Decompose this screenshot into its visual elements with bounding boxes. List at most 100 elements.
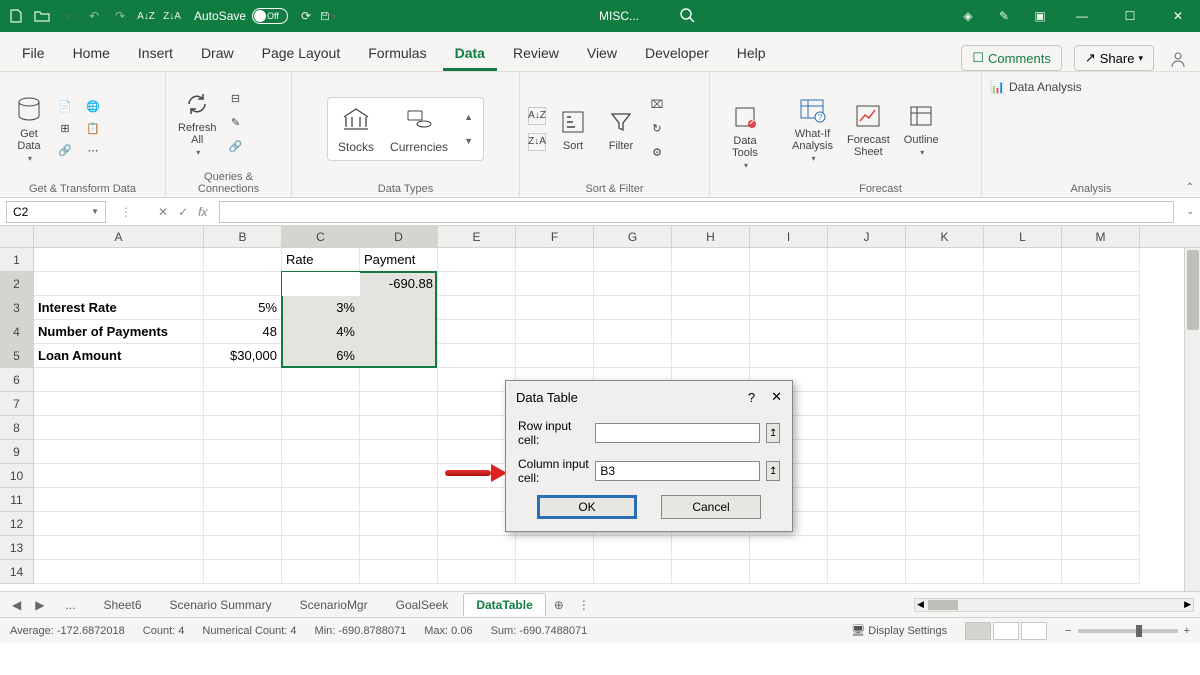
- column-input-cell-field[interactable]: [595, 461, 760, 481]
- row-header-8[interactable]: 8: [0, 416, 33, 440]
- cell-C4[interactable]: 4%: [282, 320, 360, 344]
- redo-icon[interactable]: ↷: [112, 8, 128, 24]
- vertical-scrollbar[interactable]: [1184, 248, 1200, 591]
- page-break-view-button[interactable]: [1021, 622, 1047, 640]
- sort-desc-icon[interactable]: Z↓A: [164, 8, 180, 24]
- refresh-all-button[interactable]: Refresh All: [174, 86, 221, 159]
- comments-button[interactable]: ☐ Comments: [961, 45, 1062, 71]
- cell-B5[interactable]: $30,000: [204, 344, 282, 368]
- tab-file[interactable]: File: [10, 37, 57, 71]
- tab-view[interactable]: View: [575, 37, 629, 71]
- what-if-button[interactable]: ? What-If Analysis: [788, 92, 837, 165]
- column-header-L[interactable]: L: [984, 226, 1062, 247]
- recent-sources-icon[interactable]: 📋: [84, 120, 102, 138]
- scroll-down-icon[interactable]: ▼: [464, 136, 473, 146]
- get-data-more-icon[interactable]: ⋯: [84, 142, 102, 160]
- column-header-E[interactable]: E: [438, 226, 516, 247]
- properties-icon[interactable]: ✎: [227, 114, 245, 132]
- column-header-C[interactable]: C: [282, 226, 360, 247]
- new-sheet-button[interactable]: ⊕: [548, 598, 570, 612]
- normal-view-button[interactable]: [965, 622, 991, 640]
- help-icon[interactable]: ?: [748, 390, 755, 405]
- tab-help[interactable]: Help: [725, 37, 778, 71]
- column-header-F[interactable]: F: [516, 226, 594, 247]
- sort-desc-ribbon-icon[interactable]: Z↓A: [528, 133, 546, 151]
- close-button[interactable]: ✕: [1164, 9, 1192, 23]
- scroll-right-icon[interactable]: ▶: [1182, 599, 1193, 610]
- cell-C1[interactable]: Rate: [282, 248, 360, 272]
- row-range-picker-icon[interactable]: ↥: [766, 423, 780, 443]
- expand-formula-icon[interactable]: ⌄: [1180, 206, 1200, 217]
- column-header-H[interactable]: H: [672, 226, 750, 247]
- tab-formulas[interactable]: Formulas: [356, 37, 438, 71]
- row-header-13[interactable]: 13: [0, 536, 33, 560]
- name-box[interactable]: C2▼: [6, 201, 106, 223]
- from-table-icon[interactable]: ⊞: [56, 120, 74, 138]
- col-range-picker-icon[interactable]: ↥: [766, 461, 780, 481]
- cell-B3[interactable]: 5%: [204, 296, 282, 320]
- column-header-B[interactable]: B: [204, 226, 282, 247]
- page-layout-view-button[interactable]: [993, 622, 1019, 640]
- search-icon[interactable]: [679, 7, 697, 25]
- row-header-11[interactable]: 11: [0, 488, 33, 512]
- forecast-sheet-button[interactable]: Forecast Sheet: [843, 98, 894, 160]
- autosave-toggle[interactable]: AutoSave Off: [194, 8, 288, 24]
- cell-C3[interactable]: 3%: [282, 296, 360, 320]
- edit-links-icon[interactable]: 🔗: [227, 138, 245, 156]
- enter-formula-icon[interactable]: ✓: [178, 205, 188, 219]
- cancel-button[interactable]: Cancel: [661, 495, 761, 519]
- stocks-button[interactable]: Stocks: [338, 104, 374, 154]
- select-all-corner[interactable]: [0, 226, 34, 247]
- tab-review[interactable]: Review: [501, 37, 571, 71]
- toggle-switch[interactable]: Off: [252, 8, 288, 24]
- row-header-2[interactable]: 2: [0, 272, 33, 296]
- maximize-button[interactable]: ☐: [1116, 9, 1144, 23]
- scroll-left-icon[interactable]: ◀: [915, 599, 926, 610]
- row-header-10[interactable]: 10: [0, 464, 33, 488]
- row-header-5[interactable]: 5: [0, 344, 33, 368]
- get-data-button[interactable]: Get Data: [8, 92, 50, 165]
- formula-input[interactable]: [219, 201, 1174, 223]
- column-header-J[interactable]: J: [828, 226, 906, 247]
- outline-button[interactable]: Outline: [900, 98, 943, 159]
- reapply-icon[interactable]: ↻: [648, 120, 666, 138]
- tab-data[interactable]: Data: [443, 37, 497, 71]
- row-header-4[interactable]: 4: [0, 320, 33, 344]
- open-dropdown-icon[interactable]: [60, 8, 76, 24]
- row-header-6[interactable]: 6: [0, 368, 33, 392]
- sheet-tab-scenario-summary[interactable]: Scenario Summary: [157, 593, 285, 616]
- scroll-up-icon[interactable]: ▲: [464, 112, 473, 122]
- column-header-A[interactable]: A: [34, 226, 204, 247]
- sheet-tab-sheet6[interactable]: Sheet6: [90, 593, 154, 616]
- brush-icon[interactable]: ✎: [996, 8, 1012, 24]
- column-header-I[interactable]: I: [750, 226, 828, 247]
- cell-A3[interactable]: Interest Rate: [34, 296, 204, 320]
- column-header-D[interactable]: D: [360, 226, 438, 247]
- save-icon[interactable]: [320, 8, 336, 24]
- cell-C5[interactable]: 6%: [282, 344, 360, 368]
- dialog-close-icon[interactable]: ✕: [771, 389, 782, 405]
- queries-icon[interactable]: ⊟: [227, 90, 245, 108]
- column-header-M[interactable]: M: [1062, 226, 1140, 247]
- tab-nav-next[interactable]: ▶: [29, 598, 50, 612]
- undo-icon[interactable]: ↶: [86, 8, 102, 24]
- zoom-out-icon[interactable]: −: [1065, 625, 1071, 637]
- cancel-formula-icon[interactable]: ✕: [158, 205, 168, 219]
- row-header-3[interactable]: 3: [0, 296, 33, 320]
- horizontal-scrollbar[interactable]: ◀▶: [598, 598, 1200, 612]
- filter-button[interactable]: Filter: [600, 104, 642, 154]
- cell-B4[interactable]: 48: [204, 320, 282, 344]
- minimize-button[interactable]: —: [1068, 9, 1096, 23]
- open-file-icon[interactable]: [34, 8, 50, 24]
- zoom-in-icon[interactable]: +: [1184, 625, 1190, 637]
- sort-button[interactable]: Sort: [552, 104, 594, 154]
- cell-D1[interactable]: Payment: [360, 248, 438, 272]
- share-button[interactable]: ↗ Share ▾: [1074, 45, 1154, 71]
- tab-draw[interactable]: Draw: [189, 37, 246, 71]
- ok-button[interactable]: OK: [537, 495, 637, 519]
- cell-D2[interactable]: -690.88: [360, 272, 438, 296]
- row-input-cell-field[interactable]: [595, 423, 760, 443]
- sheet-tab-datatable[interactable]: DataTable: [463, 593, 545, 616]
- tab-developer[interactable]: Developer: [633, 37, 721, 71]
- account-icon[interactable]: [1166, 47, 1190, 71]
